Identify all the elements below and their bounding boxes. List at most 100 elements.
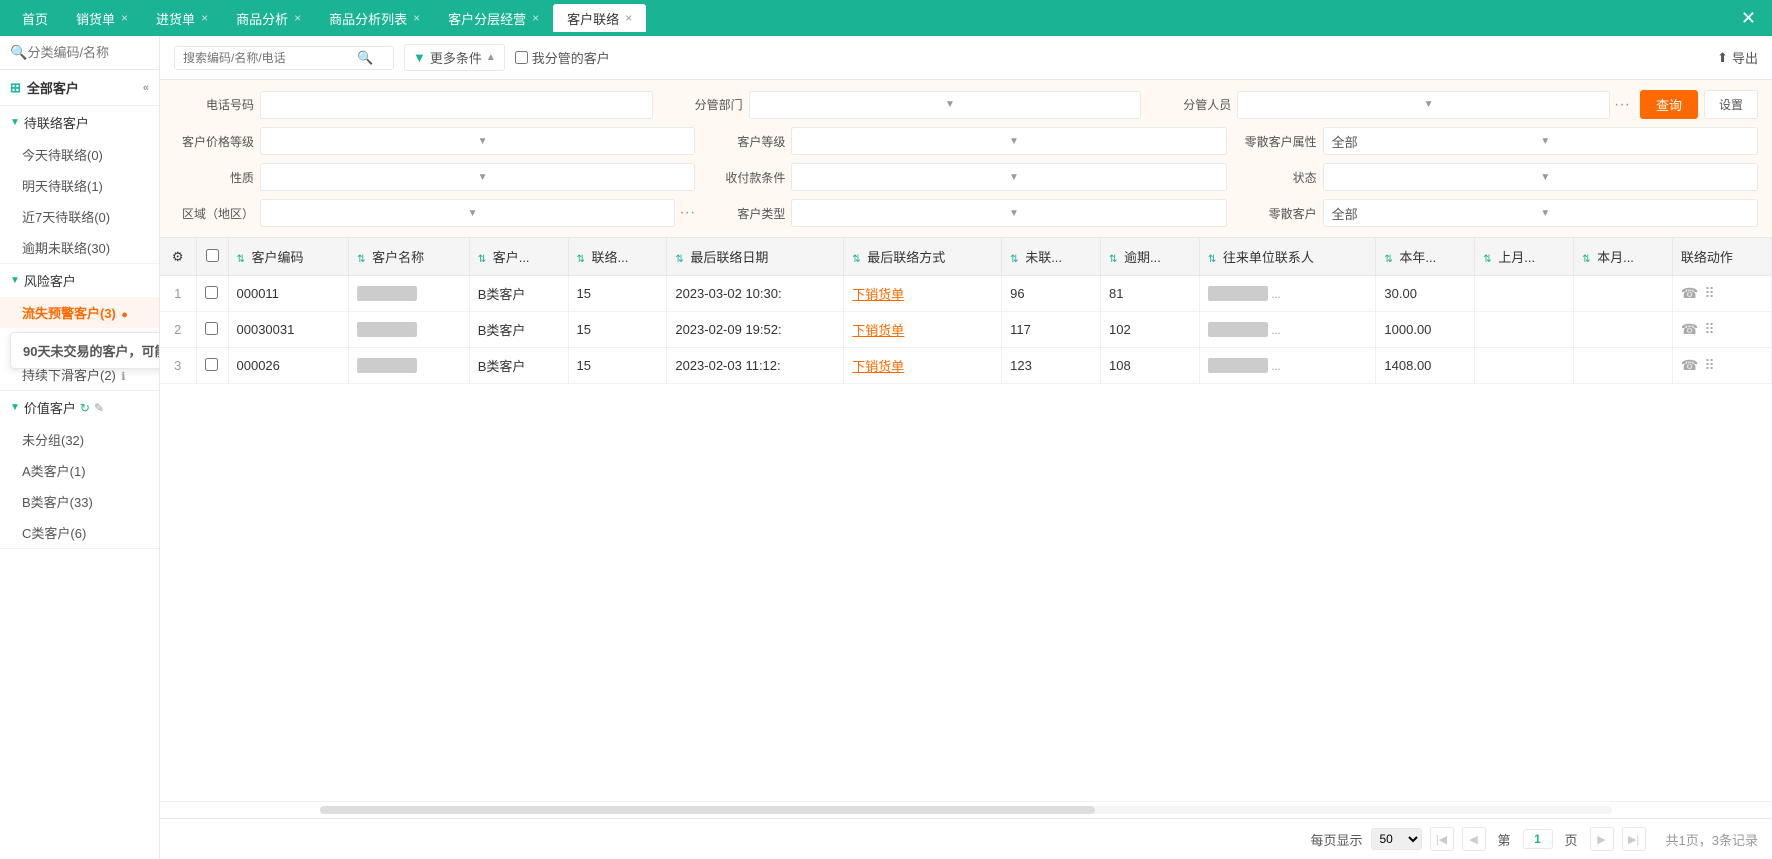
tab-customer-contact[interactable]: 客户联络 × — [553, 4, 646, 32]
filter-label-region: 区域（地区） — [174, 205, 254, 222]
tab-home[interactable]: 首页 — [8, 4, 62, 32]
export-button[interactable]: ⬆ 导出 — [1717, 48, 1758, 67]
th-code[interactable]: ⇅ 客户编码 — [228, 238, 349, 276]
my-customers-checkbox[interactable]: 我分管的客户 — [515, 48, 610, 67]
filter-select-region[interactable]: ▼ — [260, 199, 675, 227]
filter-select-price-grade[interactable]: ▼ — [260, 127, 695, 155]
window-close-button[interactable]: ✕ — [1733, 8, 1764, 29]
filter-select-scatter-attr[interactable]: 全部 ▼ — [1323, 127, 1758, 155]
search-icon[interactable]: 🔍 — [357, 50, 373, 66]
more-conditions-button[interactable]: ▼ 更多条件 ▲ — [404, 44, 505, 71]
th-last-month[interactable]: ⇅ 上月... — [1475, 238, 1574, 276]
refresh-icon-value[interactable]: ↻ — [80, 401, 90, 415]
method-link-1[interactable]: 下销货单 — [852, 287, 904, 302]
last-page-button[interactable]: ▶| — [1622, 827, 1646, 851]
sidebar-all-customers[interactable]: ⊞ 全部客户 « — [0, 70, 159, 106]
tab-customer-contact-close[interactable]: × — [625, 11, 632, 25]
edit-icon-value[interactable]: ✎ — [94, 401, 104, 415]
tab-purchase[interactable]: 进货单 × — [142, 4, 222, 32]
td-check-2[interactable] — [196, 312, 228, 348]
th-annual[interactable]: ⇅ 本年... — [1376, 238, 1475, 276]
method-link-2[interactable]: 下销货单 — [852, 323, 904, 338]
filter-more-person[interactable]: ··· — [1614, 96, 1630, 114]
sidebar-search-input[interactable] — [27, 45, 160, 60]
tab-product-analysis-close[interactable]: × — [294, 11, 301, 25]
caret-dept: ▼ — [945, 99, 1132, 110]
th-settings[interactable]: ⚙ — [160, 238, 196, 276]
filter-select-person[interactable]: ▼ — [1237, 91, 1610, 119]
more-icon-1[interactable]: ⠿ — [1704, 285, 1714, 302]
next-page-button[interactable]: ▶ — [1590, 827, 1614, 851]
td-this-month-3 — [1574, 348, 1673, 384]
sidebar-item-today[interactable]: 今天待联络(0) — [0, 139, 159, 170]
caret-customer-grade: ▼ — [1009, 136, 1218, 147]
tab-customer-tier-close[interactable]: × — [532, 11, 539, 25]
th-name[interactable]: ⇅ 客户名称 — [349, 238, 470, 276]
filter-row-2: 性质 ▼ 收付款条件 ▼ 状态 — [174, 163, 1758, 191]
page-size-select[interactable]: 50 100 — [1371, 828, 1422, 850]
sidebar-item-ungrouped[interactable]: 未分组(32) — [0, 424, 159, 455]
filter-select-customer-type[interactable]: ▼ — [791, 199, 1226, 227]
th-overdue[interactable]: ⇅ 逾期... — [1101, 238, 1200, 276]
th-this-month[interactable]: ⇅ 本月... — [1574, 238, 1673, 276]
th-checkbox[interactable] — [196, 238, 228, 276]
filter-label-dept: 分管部门 — [663, 96, 743, 113]
th-last-contact-method[interactable]: ⇅ 最后联络方式 — [844, 238, 1002, 276]
sidebar-item-class-a[interactable]: A类客户(1) — [0, 455, 159, 486]
first-page-button[interactable]: |◀ — [1430, 827, 1454, 851]
filter-select-customer-grade[interactable]: ▼ — [791, 127, 1226, 155]
select-all-checkbox[interactable] — [206, 249, 219, 262]
scrollbar-thumb[interactable] — [320, 806, 1095, 814]
tab-purchase-close[interactable]: × — [201, 11, 208, 25]
row-checkbox-2[interactable] — [205, 322, 218, 335]
settings-button[interactable]: 设置 — [1704, 90, 1758, 119]
sidebar-item-churn-warning[interactable]: 流失预警客户(3) ● 90天未交易的客户，可能有流失风险。 — [0, 297, 159, 328]
th-last-contact-date[interactable]: ⇅ 最后联络日期 — [667, 238, 844, 276]
query-button[interactable]: 查询 — [1640, 90, 1698, 119]
scrollbar-track[interactable] — [320, 806, 1612, 814]
tab-sales[interactable]: 销货单 × — [62, 4, 142, 32]
tab-product-list-close[interactable]: × — [413, 11, 420, 25]
method-link-3[interactable]: 下销货单 — [852, 359, 904, 374]
sidebar-item-7days[interactable]: 近7天待联络(0) — [0, 201, 159, 232]
th-uncontacted[interactable]: ⇅ 未联... — [1002, 238, 1101, 276]
td-method-1[interactable]: 下销货单 — [844, 276, 1002, 312]
main-search-input[interactable] — [183, 51, 353, 65]
filter-more-region[interactable]: ··· — [679, 204, 695, 222]
sidebar-group-pending-header[interactable]: ▼ 待联络客户 — [0, 106, 159, 139]
row-checkbox-1[interactable] — [205, 286, 218, 299]
sidebar-group-risk-header[interactable]: ▼ 风险客户 — [0, 264, 159, 297]
my-customers-checkbox-input[interactable] — [515, 51, 528, 64]
th-contact-count[interactable]: ⇅ 联络... — [568, 238, 667, 276]
filter-select-scatter[interactable]: 全部 ▼ — [1323, 199, 1758, 227]
td-check-3[interactable] — [196, 348, 228, 384]
th-customer-type[interactable]: ⇅ 客户... — [469, 238, 568, 276]
td-actions-2: ☎ ⠿ — [1672, 312, 1771, 348]
sidebar-item-overdue[interactable]: 逾期未联络(30) — [0, 232, 159, 263]
td-check-1[interactable] — [196, 276, 228, 312]
row-checkbox-3[interactable] — [205, 358, 218, 371]
tab-sales-close[interactable]: × — [121, 11, 128, 25]
more-icon-3[interactable]: ⠿ — [1704, 357, 1714, 374]
sidebar-item-class-c[interactable]: C类客户(6) — [0, 517, 159, 548]
filter-select-payment[interactable]: ▼ — [791, 163, 1226, 191]
filter-select-dept[interactable]: ▼ — [749, 91, 1142, 119]
tab-product-analysis[interactable]: 商品分析 × — [222, 4, 315, 32]
tab-customer-tier[interactable]: 客户分层经营 × — [434, 4, 553, 32]
sidebar-item-tomorrow[interactable]: 明天待联络(1) — [0, 170, 159, 201]
contact-icon-3[interactable]: ☎ — [1681, 357, 1698, 374]
contact-icon-1[interactable]: ☎ — [1681, 285, 1698, 302]
contact-icon-2[interactable]: ☎ — [1681, 321, 1698, 338]
sidebar-item-class-b[interactable]: B类客户(33) — [0, 486, 159, 517]
td-method-2[interactable]: 下销货单 — [844, 312, 1002, 348]
tab-product-list[interactable]: 商品分析列表 × — [315, 4, 434, 32]
page-input[interactable] — [1523, 829, 1553, 849]
filter-select-status[interactable]: ▼ — [1323, 163, 1758, 191]
more-icon-2[interactable]: ⠿ — [1704, 321, 1714, 338]
filter-select-nature[interactable]: ▼ — [260, 163, 695, 191]
filter-input-phone[interactable] — [260, 91, 653, 119]
prev-page-button[interactable]: ◀ — [1462, 827, 1486, 851]
th-contact-person[interactable]: ⇅ 往来单位联系人 — [1199, 238, 1376, 276]
sidebar-group-value-header[interactable]: ▼ 价值客户 ↻ ✎ — [0, 391, 159, 424]
td-method-3[interactable]: 下销货单 — [844, 348, 1002, 384]
